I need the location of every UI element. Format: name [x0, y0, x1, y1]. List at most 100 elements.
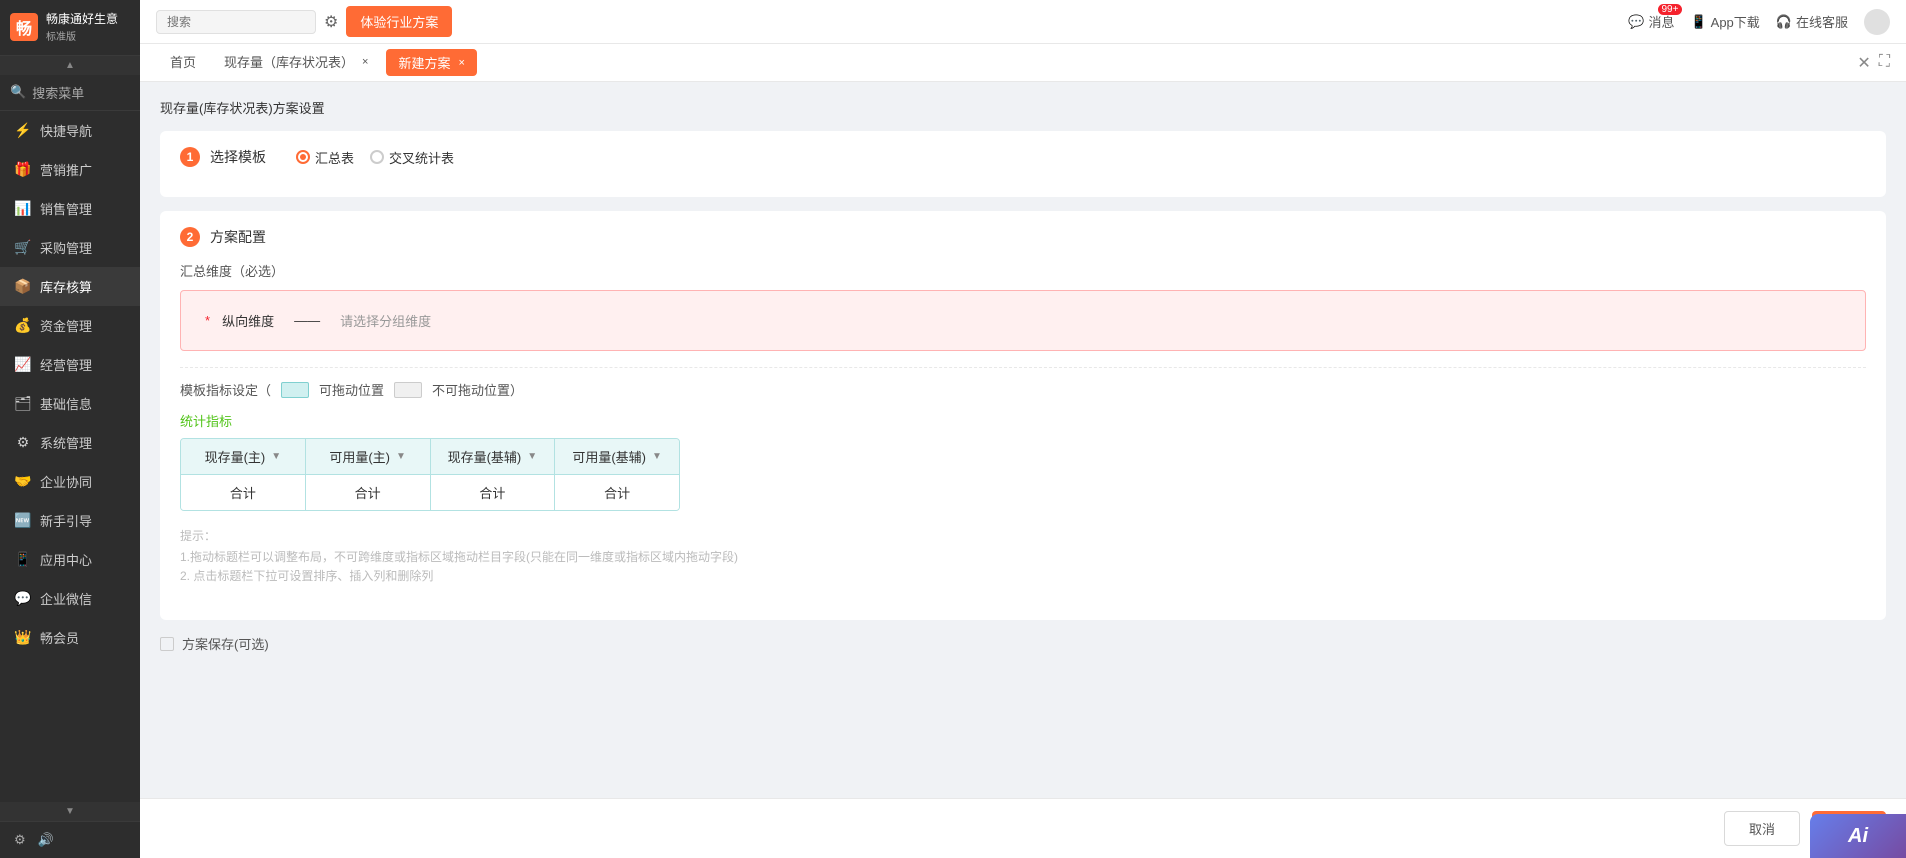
system-icon: ⚙ [14, 434, 32, 451]
sidebar-item-inventory[interactable]: 📦 库存核算 [0, 267, 140, 306]
required-mark: * [205, 313, 210, 328]
vertical-dim-placeholder[interactable]: 请选择分组维度 [340, 311, 431, 330]
tab-new-scheme[interactable]: 新建方案 × [386, 49, 476, 76]
stats-cell-0-0: 合计 [181, 475, 306, 510]
sidebar-item-marketing[interactable]: 🎁 营销推广 [0, 150, 140, 189]
sales-icon: 📊 [14, 200, 32, 217]
radio-cross[interactable]: 交叉统计表 [370, 148, 454, 167]
sidebar-item-purchase[interactable]: 🛒 采购管理 [0, 228, 140, 267]
step1-num: 1 [180, 147, 200, 167]
tips-box: 提示： 1.拖动标题栏可以调整布局，不可跨维度或指标区域拖动栏目字段(只能在同一… [180, 527, 1866, 584]
expand-panel-icon[interactable]: ⛶ [1879, 53, 1890, 73]
non-draggable-indicator-box [394, 382, 422, 398]
sidebar-item-basic-info[interactable]: 🗂 基础信息 [0, 384, 140, 423]
radio-cross-circle [370, 150, 384, 164]
tips-line-1: 2. 点击标题栏下拉可设置排序、插入列和删除列 [180, 567, 1866, 584]
stats-col-header-1[interactable]: 可用量(主) ▼ [306, 439, 431, 474]
customer-service-label: 在线客服 [1796, 12, 1848, 31]
tips-line-0: 1.拖动标题栏可以调整布局，不可跨维度或指标区域拖动栏目字段(只能在同一维度或指… [180, 548, 1866, 565]
basic-info-icon: 🗂 [14, 395, 32, 412]
download-icon: 📱 [1690, 14, 1706, 30]
cancel-button[interactable]: 取消 [1724, 811, 1800, 846]
sidebar-item-appcenter[interactable]: 📱 应用中心 [0, 540, 140, 579]
settings-bottom-icon[interactable]: ⚙ [14, 832, 26, 848]
radio-cross-label: 交叉统计表 [389, 148, 454, 167]
tab-inventory-status[interactable]: 现存量（库存状况表） × [210, 44, 382, 81]
sidebar: 畅 畅康通好生意 标准版 ▲ 🔍 搜索菜单 ⚡ 快捷导航 🎁 营销推广 📊 销售… [0, 0, 140, 858]
step2-num: 2 [180, 227, 200, 247]
stats-col-header-0[interactable]: 现存量(主) ▼ [181, 439, 306, 474]
tab-new-scheme-close-icon[interactable]: × [458, 57, 464, 69]
stats-table-header: 现存量(主) ▼ 可用量(主) ▼ 现存量(基辅) ▼ 可用量(基辅) ▼ [181, 439, 679, 474]
sidebar-search-label: 搜索菜单 [32, 83, 84, 102]
sidebar-item-wechat[interactable]: 💬 企业微信 [0, 579, 140, 618]
trial-button[interactable]: 体验行业方案 [346, 6, 452, 37]
newguide-icon: 🆕 [14, 512, 32, 529]
indicator-row: 模板指标设定（ 可拖动位置 不可拖动位置） [180, 380, 1866, 399]
step2-label: 方案配置 [210, 227, 266, 247]
messages-action[interactable]: 💬 消息 99+ [1628, 12, 1674, 31]
sidebar-bottom: ⚙ 🔊 [0, 821, 140, 858]
save-checkbox[interactable] [160, 637, 174, 651]
quicknav-icon: ⚡ [14, 122, 32, 139]
sidebar-search[interactable]: 🔍 搜索菜单 [0, 75, 140, 111]
sidebar-item-membership-label: 畅会员 [40, 628, 79, 647]
ai-label: Ai [1848, 825, 1868, 848]
membership-icon: 👑 [14, 629, 32, 646]
sidebar-item-collaboration-label: 企业协同 [40, 472, 92, 491]
radio-summary-label: 汇总表 [315, 148, 354, 167]
step1-row: 1 选择模板 汇总表 交叉统计表 [180, 147, 1866, 167]
indicator-intro-label: 模板指标设定（ [180, 380, 271, 399]
tab-home-label: 首页 [170, 52, 196, 71]
collaboration-icon: 🤝 [14, 473, 32, 490]
sidebar-item-sales[interactable]: 📊 销售管理 [0, 189, 140, 228]
main-area: ⚙ 体验行业方案 💬 消息 99+ 📱 App下载 🎧 在线客服 首页 [140, 0, 1906, 858]
sidebar-scroll-down[interactable]: ▼ [0, 802, 140, 821]
step2-row: 2 方案配置 [180, 227, 1866, 247]
tab-inventory-close-icon[interactable]: × [362, 56, 368, 68]
tab-home[interactable]: 首页 [156, 44, 210, 81]
sidebar-item-inventory-label: 库存核算 [40, 277, 92, 296]
message-icon: 💬 [1628, 14, 1644, 30]
stats-col-header-3[interactable]: 可用量(基辅) ▼ [555, 439, 679, 474]
sidebar-item-operations[interactable]: 📈 经营管理 [0, 345, 140, 384]
close-panel-icon[interactable]: ✕ [1857, 53, 1870, 73]
stats-col-1-chevron: ▼ [396, 451, 406, 462]
ai-badge[interactable]: Ai [1810, 814, 1906, 858]
appcenter-icon: 📱 [14, 551, 32, 568]
sidebar-nav: ⚡ 快捷导航 🎁 营销推广 📊 销售管理 🛒 采购管理 📦 库存核算 💰 资金管… [0, 111, 140, 802]
topbar-search-input[interactable] [156, 10, 316, 34]
search-icon: 🔍 [10, 84, 26, 100]
sidebar-item-system[interactable]: ⚙ 系统管理 [0, 423, 140, 462]
draggable-indicator-box [281, 382, 309, 398]
customer-service-action[interactable]: 🎧 在线客服 [1776, 12, 1848, 31]
app-download-label: App下载 [1711, 12, 1760, 31]
draggable-indicator-label: 可拖动位置 [319, 380, 384, 399]
radio-summary[interactable]: 汇总表 [296, 148, 354, 167]
stats-col-header-2[interactable]: 现存量(基辅) ▼ [431, 439, 556, 474]
app-version: 标准版 [46, 28, 118, 43]
sidebar-item-sales-label: 销售管理 [40, 199, 92, 218]
app-download-action[interactable]: 📱 App下载 [1690, 12, 1759, 31]
sidebar-item-finance[interactable]: 💰 资金管理 [0, 306, 140, 345]
speaker-icon[interactable]: 🔊 [38, 832, 54, 848]
sidebar-item-quicknav[interactable]: ⚡ 快捷导航 [0, 111, 140, 150]
stats-section-label: 统计指标 [180, 411, 1866, 430]
save-option-label: 方案保存(可选) [182, 634, 269, 653]
user-avatar[interactable] [1864, 9, 1890, 35]
tab-expand-controls: ✕ ⛶ [1857, 53, 1890, 73]
stats-table-row-0: 合计 合计 合计 合计 [181, 474, 679, 510]
sidebar-item-membership[interactable]: 👑 畅会员 [0, 618, 140, 657]
sidebar-item-collaboration[interactable]: 🤝 企业协同 [0, 462, 140, 501]
tab-bar: 首页 现存量（库存状况表） × 新建方案 × ✕ ⛶ [140, 44, 1906, 82]
operations-icon: 📈 [14, 356, 32, 373]
topbar-settings-icon[interactable]: ⚙ [324, 12, 338, 32]
sidebar-scroll-up[interactable]: ▲ [0, 56, 140, 75]
sidebar-item-purchase-label: 采购管理 [40, 238, 92, 257]
radio-summary-circle [296, 150, 310, 164]
headset-icon: 🎧 [1776, 14, 1792, 30]
stats-col-2-chevron: ▼ [527, 451, 537, 462]
sidebar-item-newguide[interactable]: 🆕 新手引导 [0, 501, 140, 540]
wechat-icon: 💬 [14, 590, 32, 607]
template-radio-group: 汇总表 交叉统计表 [296, 148, 454, 167]
